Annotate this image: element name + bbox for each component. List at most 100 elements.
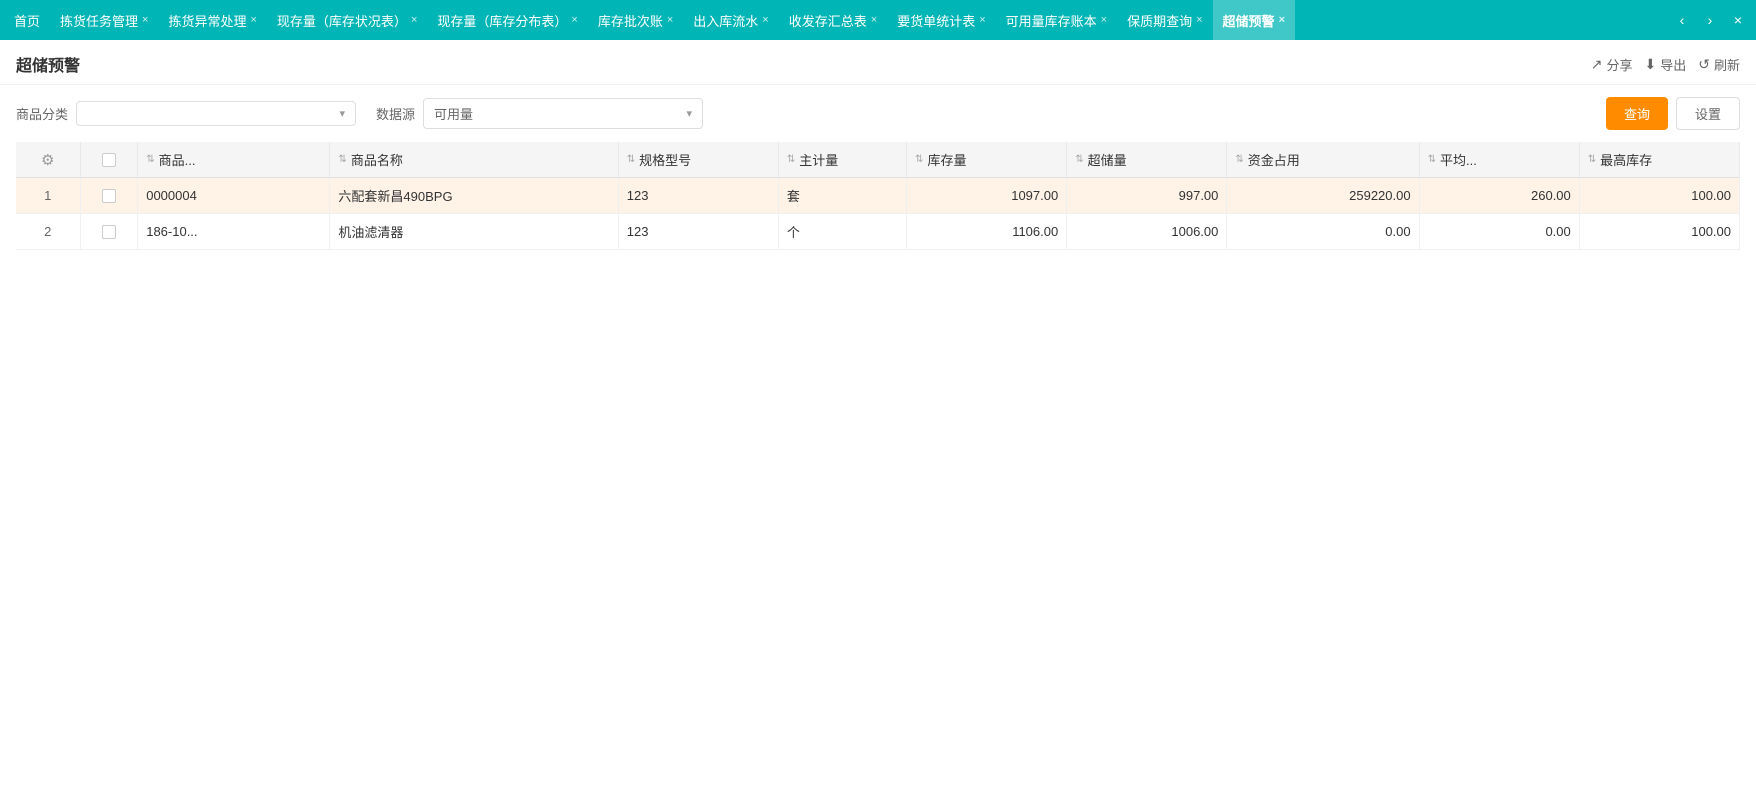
nav-close-6[interactable]: × [762,14,768,26]
datasource-chevron-down-icon: ▾ [687,107,693,120]
cell-avg-0: 260.00 [1419,178,1579,214]
category-label: 商品分类 [16,104,68,123]
sort-avg-icon: ⇅ [1428,155,1436,165]
nav-item-3[interactable]: 现存量（库存状况表） × [267,0,427,40]
cell-index-0: 1 [16,178,80,214]
settings-button[interactable]: 设置 [1676,97,1740,130]
th-checkbox [80,142,138,178]
nav-item-7[interactable]: 收发存汇总表 × [779,0,887,40]
page-title: 超储预警 [16,52,80,76]
nav-close-1[interactable]: × [142,14,148,26]
category-chevron-down-icon: ▾ [339,107,345,120]
nav-item-4[interactable]: 现存量（库存分布表） × [427,0,587,40]
cell-over-0: 997.00 [1067,178,1227,214]
sort-stock-icon: ⇅ [915,155,923,165]
sort-capital-icon: ⇅ [1235,155,1243,165]
cell-stock-0: 1097.00 [907,178,1067,214]
gear-icon[interactable]: ⚙ [41,152,54,169]
datasource-filter-group: 数据源 可用量 ▾ [376,98,703,129]
filter-row: 商品分类 ▾ 数据源 可用量 ▾ 查询 设置 [0,85,1756,142]
nav-arrow-right[interactable]: › [1696,0,1724,40]
nav-close-8[interactable]: × [979,14,985,26]
th-code[interactable]: ⇅ 商品... [138,142,330,178]
table-row: 1 0000004六配套新昌490BPG123套1097.00997.002592… [16,178,1740,214]
query-button[interactable]: 查询 [1606,97,1668,130]
cell-checkbox-1 [80,214,138,250]
table-body: 1 0000004六配套新昌490BPG123套1097.00997.002592… [16,178,1740,250]
th-maxstock[interactable]: ⇅ 最高库存 [1579,142,1739,178]
refresh-icon: ↺ [1698,56,1710,73]
cell-name-0: 六配套新昌490BPG [330,178,618,214]
sort-over-icon: ⇅ [1075,155,1083,165]
export-icon: ⬇ [1645,56,1657,73]
nav-close-7[interactable]: × [871,14,877,26]
share-icon: ↗ [1591,56,1603,73]
th-capital[interactable]: ⇅ 资金占用 [1227,142,1419,178]
datasource-label: 数据源 [376,104,415,123]
nav-close-2[interactable]: × [250,14,256,26]
nav-item-9[interactable]: 可用量库存账本 × [996,0,1117,40]
sort-spec-icon: ⇅ [627,155,635,165]
cell-name-1: 机油滤清器 [330,214,618,250]
th-spec[interactable]: ⇅ 规格型号 [618,142,778,178]
share-button[interactable]: ↗ 分享 [1591,55,1633,74]
cell-stock-1: 1106.00 [907,214,1067,250]
cell-capital-0: 259220.00 [1227,178,1419,214]
datasource-select[interactable]: 可用量 ▾ [423,98,703,129]
nav-arrow-more[interactable]: × [1724,0,1752,40]
nav-item-8[interactable]: 要货单统计表 × [887,0,995,40]
row-checkbox-1[interactable] [102,225,116,239]
sort-maxstock-icon: ⇅ [1588,155,1596,165]
cell-unit-0: 套 [778,178,906,214]
nav-close-4[interactable]: × [571,14,577,26]
nav-close-10[interactable]: × [1196,14,1202,26]
cell-maxstock-0: 100.00 [1579,178,1739,214]
table-header-row: ⚙ ⇅ 商品... ⇅ 商品名称 [16,142,1740,178]
table-row: 2186-10...机油滤清器123个1106.001006.000.000.0… [16,214,1740,250]
nav-item-6[interactable]: 出入库流水 × [683,0,778,40]
nav-close-11[interactable]: × [1279,14,1285,26]
category-filter-group: 商品分类 ▾ [16,101,356,126]
nav-item-10[interactable]: 保质期查询 × [1117,0,1212,40]
cell-capital-1: 0.00 [1227,214,1419,250]
data-table: ⚙ ⇅ 商品... ⇅ 商品名称 [16,142,1740,250]
cell-code-1: 186-10... [138,214,330,250]
export-button[interactable]: ⬇ 导出 [1645,55,1687,74]
nav-close-3[interactable]: × [411,14,417,26]
page-header: 超储预警 ↗ 分享 ⬇ 导出 ↺ 刷新 [0,40,1756,85]
cell-index-1: 2 [16,214,80,250]
cell-checkbox-0 [80,178,138,214]
nav-arrow-left[interactable]: ‹ [1668,0,1696,40]
nav-item-5[interactable]: 库存批次账 × [588,0,683,40]
cell-maxstock-1: 100.00 [1579,214,1739,250]
cell-unit-1: 个 [778,214,906,250]
header-actions: ↗ 分享 ⬇ 导出 ↺ 刷新 [1591,55,1740,74]
nav-close-5[interactable]: × [667,14,673,26]
top-nav: 首页拣货任务管理 ×拣货异常处理 ×现存量（库存状况表） ×现存量（库存分布表）… [0,0,1756,40]
category-select[interactable]: ▾ [76,101,356,126]
datasource-select-value: 可用量 [434,104,473,123]
th-over[interactable]: ⇅ 超储量 [1067,142,1227,178]
row-checkbox-0[interactable] [102,189,116,203]
refresh-button[interactable]: ↺ 刷新 [1698,55,1740,74]
th-settings: ⚙ [16,142,80,178]
nav-item-11[interactable]: 超储预警 × [1213,0,1295,40]
filter-buttons: 查询 设置 [1606,97,1740,130]
cell-code-0: 0000004 [138,178,330,214]
cell-spec-0: 123 [618,178,778,214]
sort-unit-icon: ⇅ [787,155,795,165]
select-all-checkbox[interactable] [102,153,116,167]
th-name[interactable]: ⇅ 商品名称 [330,142,618,178]
cell-avg-1: 0.00 [1419,214,1579,250]
nav-item-0[interactable]: 首页 [4,0,50,40]
th-unit[interactable]: ⇅ 主计量 [778,142,906,178]
th-avg[interactable]: ⇅ 平均... [1419,142,1579,178]
nav-item-2[interactable]: 拣货异常处理 × [158,0,266,40]
table-container: ⚙ ⇅ 商品... ⇅ 商品名称 [0,142,1756,250]
nav-close-9[interactable]: × [1101,14,1107,26]
nav-item-1[interactable]: 拣货任务管理 × [50,0,158,40]
th-stock[interactable]: ⇅ 库存量 [907,142,1067,178]
sort-name-icon: ⇅ [338,155,346,165]
cell-over-1: 1006.00 [1067,214,1227,250]
sort-code-icon: ⇅ [146,155,154,165]
